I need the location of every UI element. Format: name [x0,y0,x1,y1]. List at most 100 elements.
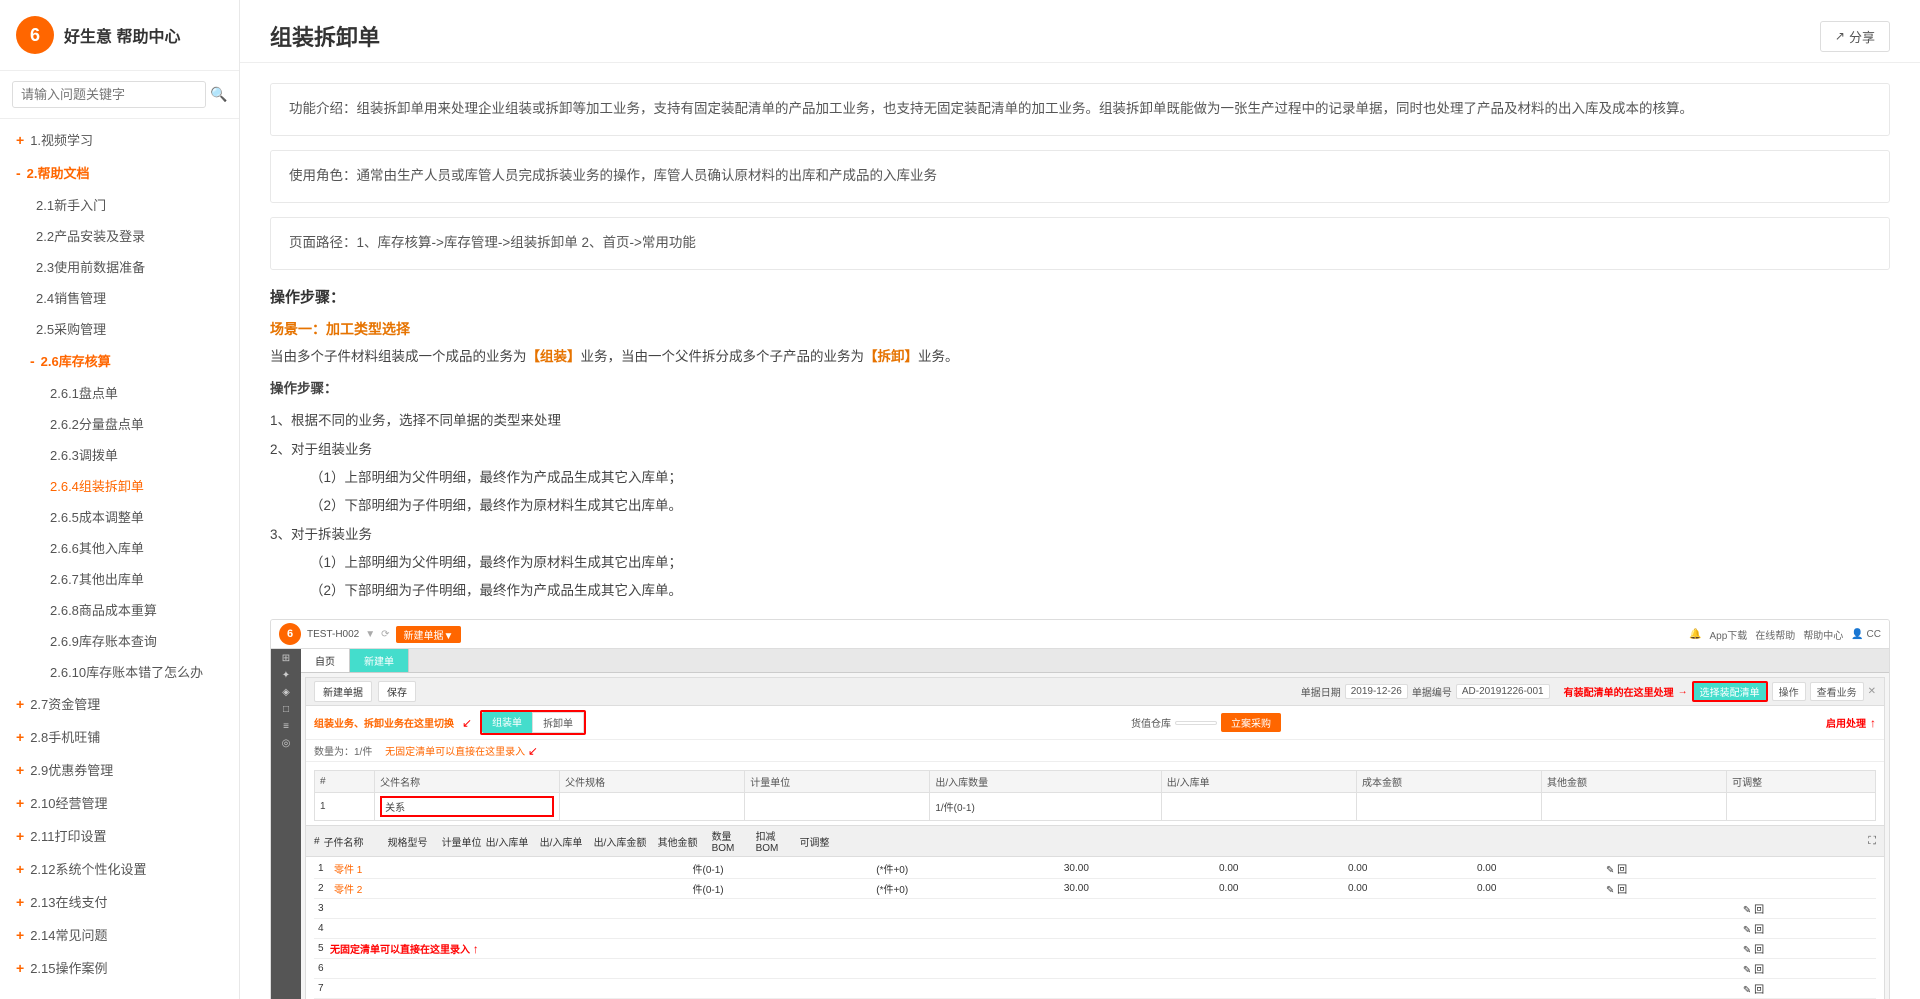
mock-close-icon[interactable]: ✕ [1868,686,1876,697]
sidebar-item-other-outbound[interactable]: 2.6.7其他出库单 [0,563,239,594]
col-child-name: 子件名称 [324,834,384,849]
sidebar-item-customize[interactable]: + 2.12系统个性化设置 [0,852,239,885]
mock-action-btn-2[interactable]: 查看业务 [1810,682,1864,701]
child-idx-5: 5 [314,939,330,959]
mock-logo: 6 [279,623,301,645]
child-cell-edit-3[interactable]: ✎ 回 [1739,899,1876,919]
mock-test-id: TEST-H002 [307,629,359,640]
cell-unit [745,793,930,821]
child-cell-other-2: 0.00 [1344,879,1473,899]
sidebar-item-coupon[interactable]: + 2.9优惠券管理 [0,753,239,786]
logo-area: 6 好生意 帮助中心 [0,0,239,71]
sidebar-item-assembly[interactable]: 2.6.4组装拆卸单 [0,470,239,501]
mock-parent-table: # 父件名称 父件规格 计量单位 出/入库数量 出/入库单 成本金额 [314,770,1876,821]
sidebar-item-partial-stocktake[interactable]: 2.6.2分量盘点单 [0,408,239,439]
sidebar-item-beginner[interactable]: 2.1新手入门 [0,189,239,220]
child-row-1: 1 零件 1 件(0-1) (*件+0) 30.00 0.00 [314,859,1876,879]
mock-process-area: 启用处理 ↑ [1826,715,1876,730]
child-cell-edit-7[interactable]: ✎ 回 [1739,979,1876,999]
expand-icon: + [16,729,24,745]
sidebar-item-data-prep[interactable]: 2.3使用前数据准备 [0,251,239,282]
col-parent-spec: 父件规格 [560,771,745,793]
mock-layout: ⊞ ✦ ◈ □ ≡ ◎ 自页 新建单 [271,649,1889,999]
cell-cost [1356,793,1541,821]
sidebar-item-other-inbound[interactable]: 2.6.6其他入库单 [0,532,239,563]
child-row-2: 2 零件 2 件(0-1) (*件+0) 30.00 0.00 [314,879,1876,899]
col-adjustable: 可调整 [1727,771,1876,793]
sidebar-item-operations[interactable]: + 2.10经营管理 [0,786,239,819]
sidebar-item-help-docs[interactable]: - 2.帮助文档 [0,156,239,189]
mock-sidebar-icon-1: ⊞ [282,653,290,664]
child-cell-edit-6[interactable]: ✎ 回 [1739,959,1876,979]
col-child-qty: 出/入库单 [486,834,536,849]
sidebar-item-online-pay[interactable]: + 2.13在线支付 [0,885,239,918]
sidebar-item-stocktake[interactable]: 2.6.1盘点单 [0,377,239,408]
child-cell-amt-2: 0.00 [1215,879,1344,899]
sidebar-item-cost-adjust[interactable]: 2.6.5成本调整单 [0,501,239,532]
steps-sub-title: 操作步骤： [270,377,1890,401]
search-button[interactable]: 🔍 [206,86,231,103]
mock-billno-label: 单据编号 [1412,684,1452,699]
mock-disassembly-btn[interactable]: 拆卸单 [532,712,584,733]
sidebar-item-inventory-query[interactable]: 2.6.9库存账本查询 [0,625,239,656]
cell-name-input[interactable]: 关系 [380,796,554,817]
step-3: 3、对于拆装业务 [270,523,1890,547]
mock-confirm-btn[interactable]: 立案采购 [1221,713,1281,732]
mock-select-bom-btn[interactable]: 选择装配清单 [1692,681,1768,702]
child-cell-edit-4[interactable]: ✎ 回 [1739,919,1876,939]
child-idx-4: 4 [314,919,330,939]
sidebar-item-install[interactable]: 2.2产品安装及登录 [0,220,239,251]
col-expand-icon[interactable]: ⛶ [1868,835,1876,848]
sidebar-item-inventory[interactable]: - 2.6库存核算 [0,344,239,377]
mock-avatar: 👤 CC [1851,629,1881,640]
role-intro-block: 使用角色：通常由生产人员或库管人员完成拆装业务的操作，库管人员确认原材料的出库和… [270,150,1890,203]
sidebar-item-video[interactable]: + 1.视频学习 [0,123,239,156]
mock-new-doc-btn[interactable]: 新建单据▼ [396,626,462,643]
child-cell-edit[interactable]: ✎ 回 [1602,859,1739,879]
sidebar-item-cost-recalc[interactable]: 2.6.8商品成本重算 [0,594,239,625]
mock-assembly-btn[interactable]: 组装单 [482,712,532,733]
annotation-3: 组装业务、拆卸业务在这里切换 [314,715,454,730]
sidebar-item-cases[interactable]: + 2.15操作案例 [0,951,239,984]
mock-top-left: 6 TEST-H002 ▼ ⟳ 新建单据▼ [279,623,461,645]
mock-tab-new[interactable]: 新建单 [350,649,409,672]
expand-icon: + [16,828,24,844]
col-child-order: 出/入库单 [540,834,590,849]
role-intro-text: 使用角色：通常由生产人员或库管人员完成拆装业务的操作，库管人员确认原材料的出库和… [289,168,937,183]
sidebar-item-finance[interactable]: + 2.7资金管理 [0,687,239,720]
sidebar-item-sales[interactable]: 2.4销售管理 [0,282,239,313]
col-child-bom2: 扣减BOM [756,828,796,854]
child-cell-q2-2: 30.00 [1060,879,1215,899]
mock-main-area: 自页 新建单 新建单据 保存 [301,649,1889,999]
mock-billno-value: AD-20191226-001 [1456,684,1550,699]
child-cell-edit-2[interactable]: ✎ 回 [1602,879,1739,899]
child-cell-name-2: 零件 2 [330,879,501,899]
col-child-unit: 计量单位 [442,834,482,849]
mock-action-btn-1[interactable]: 操作 [1772,682,1806,701]
sidebar-item-inventory-error[interactable]: 2.6.10库存账本错了怎么办 [0,656,239,687]
search-input[interactable] [12,81,206,108]
expand-icon: + [16,762,24,778]
share-button[interactable]: ↗ 分享 [1820,21,1890,52]
child-cell-edit-5[interactable]: ✎ 回 [1739,939,1876,959]
sidebar: 6 好生意 帮助中心 🔍 + 1.视频学习 - 2.帮助文档 2.1新手入门 2… [0,0,240,999]
mock-warehouse-input[interactable] [1175,721,1217,725]
mock-sidebar-icon-3: ◈ [282,687,290,698]
sidebar-item-purchase[interactable]: 2.5采购管理 [0,313,239,344]
mock-tab-home[interactable]: 自页 [301,649,350,672]
child-cell-idx: 1 [314,859,330,879]
mock-sub-table-body: 1 零件 1 件(0-1) (*件+0) 30.00 0.00 [306,857,1884,999]
sidebar-item-faq[interactable]: + 2.14常见问题 [0,918,239,951]
mock-app-icon: 🔔 [1689,629,1701,640]
mock-new-btn[interactable]: 新建单据 [314,681,372,702]
child-cell-other: 0.00 [1344,859,1473,879]
cell-other [1542,793,1727,821]
mock-type-segment: 组装单 拆卸单 [480,710,586,735]
mock-save-btn[interactable]: 保存 [378,681,416,702]
anno-5-arrow: ↑ [473,942,479,956]
sidebar-item-print[interactable]: + 2.11打印设置 [0,819,239,852]
mock-date-label: 单据日期 [1301,684,1341,699]
child-row-6-empty [330,959,1739,979]
sidebar-item-transfer[interactable]: 2.6.3调拨单 [0,439,239,470]
sidebar-item-mobile[interactable]: + 2.8手机旺铺 [0,720,239,753]
